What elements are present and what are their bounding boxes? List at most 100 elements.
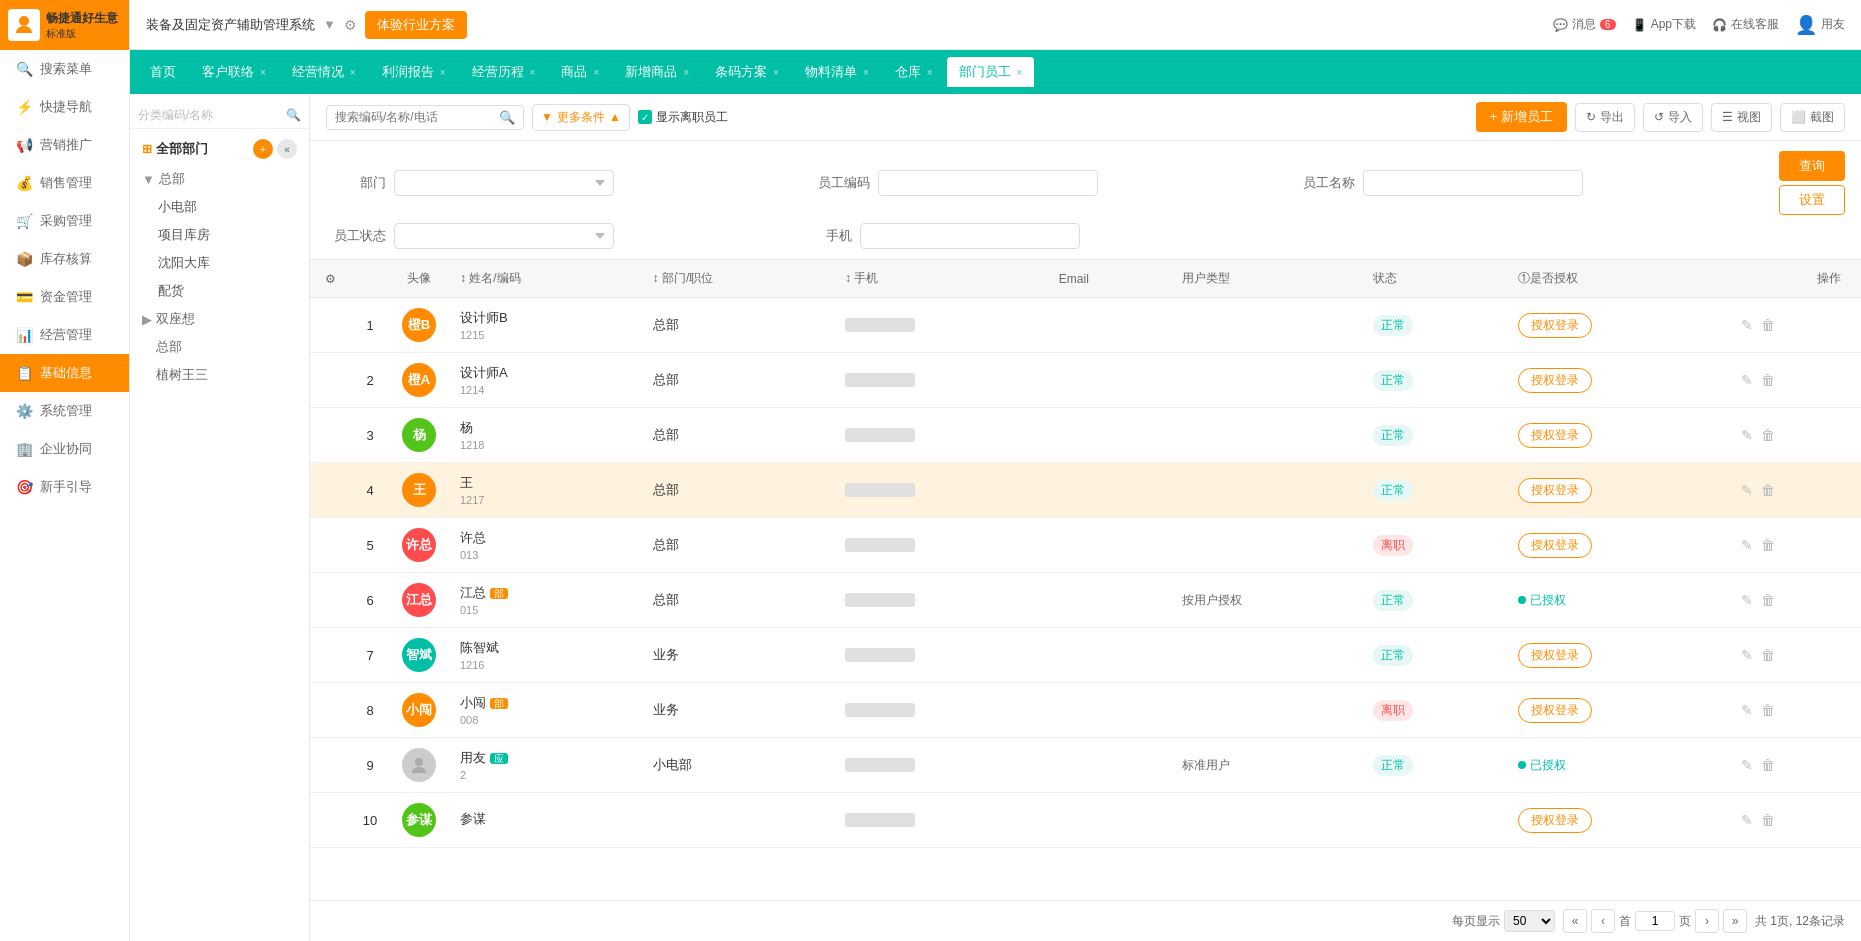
next-page-button[interactable]: › xyxy=(1695,909,1719,933)
edit-icon[interactable]: ✎ xyxy=(1741,317,1753,333)
last-page-button[interactable]: » xyxy=(1723,909,1747,933)
tab-new-product[interactable]: 新增商品 × xyxy=(613,57,701,87)
filter-dept-select[interactable] xyxy=(394,170,614,196)
auth-login-button[interactable]: 授权登录 xyxy=(1518,698,1592,723)
tab-dept-staff[interactable]: 部门员工 × xyxy=(947,57,1035,87)
print-button[interactable]: ⬜ 截图 xyxy=(1780,103,1845,132)
dept-item-xiangmuku[interactable]: 项目库房 xyxy=(130,221,309,249)
col-name[interactable]: ↕ 姓名/编码 xyxy=(448,260,641,298)
delete-icon[interactable]: 🗑 xyxy=(1761,592,1775,608)
sidebar-item-operations[interactable]: 📊 经营管理 xyxy=(0,316,129,354)
settings-icon[interactable]: ⚙ xyxy=(344,17,357,33)
edit-icon[interactable]: ✎ xyxy=(1741,812,1753,828)
sidebar-item-basic[interactable]: 📋 基础信息 xyxy=(0,354,129,392)
import-button[interactable]: ↺ 导入 xyxy=(1643,103,1703,132)
user-menu[interactable]: 👤 用友 xyxy=(1795,14,1845,36)
delete-icon[interactable]: 🗑 xyxy=(1761,372,1775,388)
delete-icon[interactable]: 🗑 xyxy=(1761,757,1775,773)
delete-icon[interactable]: 🗑 xyxy=(1761,702,1775,718)
settings-button[interactable]: 设置 xyxy=(1779,185,1845,215)
dept-item-peihuo[interactable]: 配货 xyxy=(130,277,309,305)
edit-icon[interactable]: ✎ xyxy=(1741,592,1753,608)
sidebar-item-sales[interactable]: 💰 销售管理 xyxy=(0,164,129,202)
delete-icon[interactable]: 🗑 xyxy=(1761,482,1775,498)
per-page-select[interactable]: 50 100 xyxy=(1504,910,1555,932)
tab-close-warehouse[interactable]: × xyxy=(927,67,933,78)
dept-search-input[interactable] xyxy=(138,108,286,122)
sidebar-item-shortcut[interactable]: ⚡ 快捷导航 xyxy=(0,88,129,126)
dept-item-xiaodianbu[interactable]: 小电部 xyxy=(130,193,309,221)
edit-icon[interactable]: ✎ xyxy=(1741,372,1753,388)
auth-login-button[interactable]: 授权登录 xyxy=(1518,643,1592,668)
first-page-button[interactable]: « xyxy=(1563,909,1587,933)
col-phone[interactable]: ↕ 手机 xyxy=(833,260,1047,298)
sidebar-item-inventory[interactable]: 📦 库存核算 xyxy=(0,240,129,278)
sidebar-item-company[interactable]: 🏢 企业协同 xyxy=(0,430,129,468)
filter-phone-input[interactable] xyxy=(860,223,1080,249)
edit-icon[interactable]: ✎ xyxy=(1741,702,1753,718)
delete-icon[interactable]: 🗑 xyxy=(1761,537,1775,553)
dept-group-header-zhishuwang[interactable]: 植树王三 xyxy=(130,361,309,389)
dept-group-header-shuangzuo[interactable]: ▶ 双座想 xyxy=(130,305,309,333)
auth-login-button[interactable]: 授权登录 xyxy=(1518,368,1592,393)
dept-add-btn[interactable]: + xyxy=(253,139,273,159)
tab-close-product[interactable]: × xyxy=(593,67,599,78)
filter-emp-name-input[interactable] xyxy=(1363,170,1583,196)
sidebar-item-guide[interactable]: 🎯 新手引导 xyxy=(0,468,129,506)
auth-login-button[interactable]: 授权登录 xyxy=(1518,313,1592,338)
col-settings[interactable]: ⚙ xyxy=(310,260,350,298)
tab-business[interactable]: 经营情况 × xyxy=(280,57,368,87)
sidebar-item-finance[interactable]: 💳 资金管理 xyxy=(0,278,129,316)
edit-icon[interactable]: ✎ xyxy=(1741,427,1753,443)
filter-emp-code-input[interactable] xyxy=(878,170,1098,196)
tab-home[interactable]: 首页 xyxy=(138,57,188,87)
sidebar-item-marketing[interactable]: 📢 营销推广 xyxy=(0,126,129,164)
edit-icon[interactable]: ✎ xyxy=(1741,537,1753,553)
tab-close-barcode[interactable]: × xyxy=(773,67,779,78)
edit-icon[interactable]: ✎ xyxy=(1741,647,1753,663)
sidebar-item-system[interactable]: ⚙️ 系统管理 xyxy=(0,392,129,430)
show-resigned-checkbox[interactable]: ✓ xyxy=(638,110,652,124)
prev-page-button[interactable]: ‹ xyxy=(1591,909,1615,933)
tab-warehouse[interactable]: 仓库 × xyxy=(883,57,945,87)
auth-login-button[interactable]: 授权登录 xyxy=(1518,533,1592,558)
filter-status-select[interactable] xyxy=(394,223,614,249)
delete-icon[interactable]: 🗑 xyxy=(1761,317,1775,333)
sidebar-item-purchase[interactable]: 🛒 采购管理 xyxy=(0,202,129,240)
dept-item-shenyangdaku[interactable]: 沈阳大库 xyxy=(130,249,309,277)
view-button[interactable]: ☰ 视图 xyxy=(1711,103,1772,132)
tab-close-materials[interactable]: × xyxy=(863,67,869,78)
auth-login-button[interactable]: 授权登录 xyxy=(1518,478,1592,503)
auth-login-button[interactable]: 授权登录 xyxy=(1518,423,1592,448)
dept-collapse-btn[interactable]: « xyxy=(277,139,297,159)
tab-materials[interactable]: 物料清单 × xyxy=(793,57,881,87)
trial-button[interactable]: 体验行业方案 xyxy=(365,11,467,39)
all-dept-label[interactable]: ⊞ 全部部门 xyxy=(142,140,208,158)
message-button[interactable]: 💬 消息 6 xyxy=(1553,16,1616,33)
dept-group-header-zongbu[interactable]: ▼ 总部 xyxy=(130,165,309,193)
delete-icon[interactable]: 🗑 xyxy=(1761,427,1775,443)
tab-barcode[interactable]: 条码方案 × xyxy=(703,57,791,87)
dept-group-header-zongbu2[interactable]: 总部 xyxy=(130,333,309,361)
query-button[interactable]: 查询 xyxy=(1779,151,1845,181)
edit-icon[interactable]: ✎ xyxy=(1741,757,1753,773)
more-filter-button[interactable]: ▼ 更多条件 ▲ xyxy=(532,104,630,131)
tab-close-profit[interactable]: × xyxy=(440,67,446,78)
tab-product[interactable]: 商品 × xyxy=(549,57,611,87)
tab-close-customer[interactable]: × xyxy=(260,67,266,78)
tab-customer[interactable]: 客户联络 × xyxy=(190,57,278,87)
tab-close-new-product[interactable]: × xyxy=(683,67,689,78)
online-service-button[interactable]: 🎧 在线客服 xyxy=(1712,16,1779,33)
app-download-button[interactable]: 📱 App下载 xyxy=(1632,16,1696,33)
tab-history[interactable]: 经营历程 × xyxy=(460,57,548,87)
auth-login-button[interactable]: 授权登录 xyxy=(1518,808,1592,833)
add-employee-button[interactable]: + 新增员工 xyxy=(1476,102,1567,132)
delete-icon[interactable]: 🗑 xyxy=(1761,647,1775,663)
search-input[interactable] xyxy=(335,110,495,124)
page-number-input[interactable] xyxy=(1635,911,1675,931)
delete-icon[interactable]: 🗑 xyxy=(1761,812,1775,828)
edit-icon[interactable]: ✎ xyxy=(1741,482,1753,498)
dropdown-arrow-icon[interactable]: ▼ xyxy=(323,17,336,32)
tab-close-dept-staff[interactable]: × xyxy=(1017,67,1023,78)
col-dept[interactable]: ↕ 部门/职位 xyxy=(641,260,834,298)
